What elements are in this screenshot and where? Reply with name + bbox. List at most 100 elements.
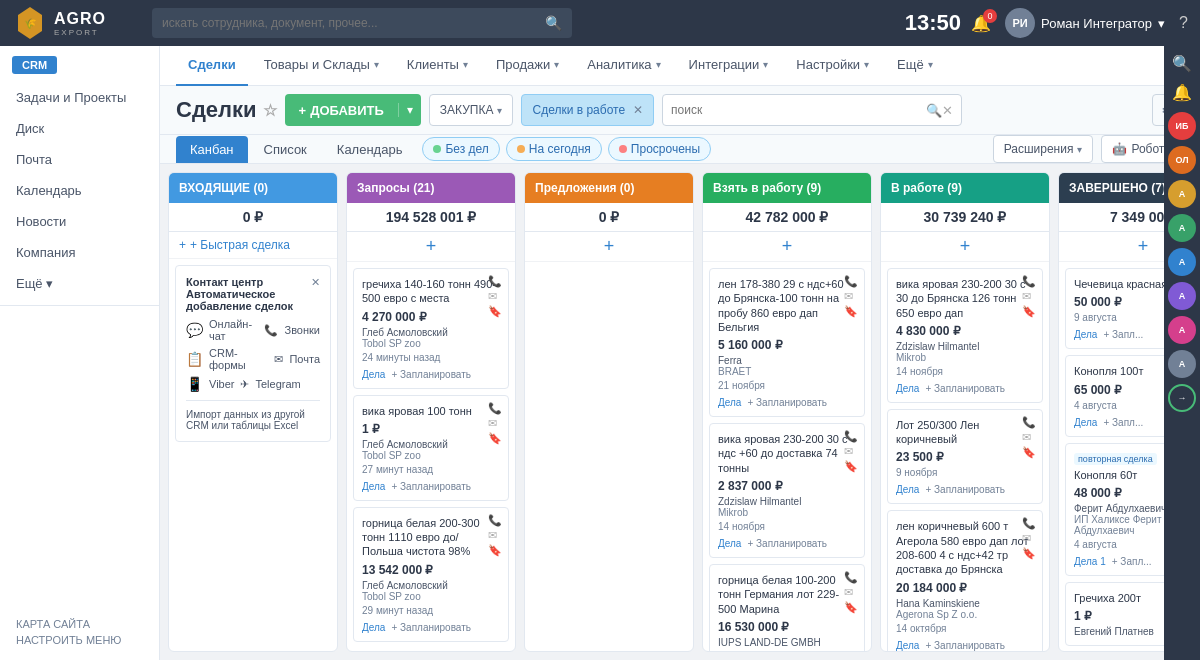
- popup-item-chat[interactable]: 💬 Онлайн-чат 📞 Звонки: [186, 318, 320, 342]
- deals-action[interactable]: Дела: [896, 484, 919, 495]
- right-avatar-9[interactable]: →: [1168, 384, 1196, 412]
- notification-icon[interactable]: 🔔 0: [971, 14, 991, 33]
- plan-action[interactable]: + Запланировать: [925, 640, 1005, 651]
- add-button-label[interactable]: + ДОБАВИТЬ: [285, 103, 398, 118]
- phone-icon[interactable]: 📞: [488, 275, 502, 288]
- sidebar-item-more[interactable]: Ещё ▾: [0, 268, 159, 299]
- sidebar-item-disk[interactable]: Диск: [0, 113, 159, 144]
- plan-action[interactable]: + Запланировать: [391, 481, 471, 492]
- plan-action[interactable]: + Запланировать: [925, 383, 1005, 394]
- deals-action[interactable]: Дела: [718, 397, 741, 408]
- nav-products[interactable]: Товары и Склады ▾: [252, 46, 391, 86]
- import-text[interactable]: Импорт данных из другой CRM или таблицы …: [186, 400, 320, 431]
- plan-action[interactable]: + Запл...: [1112, 556, 1152, 567]
- nav-settings[interactable]: Настройки ▾: [784, 46, 881, 86]
- phone-icon[interactable]: 📞: [488, 402, 502, 415]
- table-row[interactable]: 📞 ✉ 🔖 лен коричневый 600 т Агерола 580 е…: [887, 510, 1043, 651]
- table-row[interactable]: 📞 ✉ 🔖 горница белая 100-200 тонн Германи…: [709, 564, 865, 651]
- bookmark-icon[interactable]: 🔖: [1022, 446, 1036, 459]
- phone-icon[interactable]: 📞: [1022, 275, 1036, 288]
- filter-no-deals[interactable]: Без дел: [422, 137, 499, 161]
- phone-icon[interactable]: 📞: [488, 514, 502, 527]
- bookmark-icon[interactable]: 🔖: [1022, 305, 1036, 318]
- right-avatar-6[interactable]: А: [1168, 282, 1196, 310]
- bookmark-icon[interactable]: 🔖: [844, 601, 858, 614]
- crm-badge[interactable]: CRM: [12, 56, 57, 74]
- mail-icon[interactable]: ✉: [488, 529, 502, 542]
- table-row[interactable]: 📞 ✉ 🔖 вика яровая 230-200 30 с 30 до Бря…: [887, 268, 1043, 403]
- sidebar-item-news[interactable]: Новости: [0, 206, 159, 237]
- global-search[interactable]: 🔍: [152, 8, 572, 38]
- plan-action[interactable]: + Запланировать: [925, 484, 1005, 495]
- nav-deals[interactable]: Сделки: [176, 46, 248, 86]
- bookmark-icon[interactable]: 🔖: [488, 544, 502, 557]
- bookmark-icon[interactable]: 🔖: [488, 305, 502, 318]
- close-icon[interactable]: ✕: [942, 103, 953, 118]
- plan-action[interactable]: + Запланировать: [391, 622, 471, 633]
- phone-icon[interactable]: 📞: [844, 571, 858, 584]
- add-button-arrow[interactable]: ▾: [398, 103, 421, 117]
- close-icon[interactable]: ✕: [311, 276, 320, 289]
- nav-integrations[interactable]: Интеграции ▾: [677, 46, 781, 86]
- nav-analytics[interactable]: Аналитика ▾: [575, 46, 672, 86]
- search-input[interactable]: [162, 16, 545, 30]
- mail-icon[interactable]: ✉: [844, 290, 858, 303]
- phone-icon[interactable]: 📞: [844, 430, 858, 443]
- add-card-requests[interactable]: +: [347, 232, 515, 262]
- mail-icon[interactable]: ✉: [488, 417, 502, 430]
- popup-item-viber[interactable]: 📱 Viber ✈ Telegram: [186, 376, 320, 392]
- close-icon[interactable]: ✕: [633, 103, 643, 117]
- mail-icon[interactable]: ✉: [1022, 431, 1036, 444]
- right-avatar-ol[interactable]: ОЛ: [1168, 146, 1196, 174]
- deals-action[interactable]: Дела: [896, 383, 919, 394]
- user-menu[interactable]: РИ Роман Интегратор ▾: [1005, 8, 1165, 38]
- nav-right-search-icon[interactable]: 🔍: [1172, 54, 1192, 73]
- nav-right-bell-icon[interactable]: 🔔: [1172, 83, 1192, 102]
- mail-icon[interactable]: ✉: [488, 290, 502, 303]
- deals-action[interactable]: Дела: [896, 640, 919, 651]
- right-avatar-3[interactable]: А: [1168, 180, 1196, 208]
- bookmark-icon[interactable]: 🔖: [844, 460, 858, 473]
- sidebar-item-mail[interactable]: Почта: [0, 144, 159, 175]
- table-row[interactable]: 📞 ✉ 🔖 вика яровая 100 тонн 1 ₽ Глеб Асмо…: [353, 395, 509, 501]
- nav-more[interactable]: Ещё ▾: [885, 46, 945, 86]
- table-row[interactable]: 📞 ✉ 🔖 Лот 250/300 Лен коричневый 23 500 …: [887, 409, 1043, 505]
- table-row[interactable]: 📞 ✉ 🔖 гречиха 140-160 тонн 490-500 евро …: [353, 268, 509, 389]
- filter-button[interactable]: ЗАКУПКА ▾: [429, 94, 514, 126]
- plan-action[interactable]: + Запл...: [1103, 329, 1143, 340]
- table-row[interactable]: 📞 ✉ 🔖 лен 178-380 29 с ндс+60 до Брянска…: [709, 268, 865, 417]
- quick-add-incoming[interactable]: + + Быстрая сделка: [169, 232, 337, 259]
- expand-button[interactable]: Расширения ▾: [993, 135, 1094, 163]
- mail-icon[interactable]: ✉: [844, 586, 858, 599]
- add-card-work[interactable]: +: [703, 232, 871, 262]
- deals-action[interactable]: Дела: [362, 622, 385, 633]
- active-filter-chip[interactable]: Сделки в работе ✕: [521, 94, 654, 126]
- phone-icon[interactable]: 📞: [1022, 416, 1036, 429]
- add-button[interactable]: + ДОБАВИТЬ ▾: [285, 94, 421, 126]
- sidebar-item-tasks[interactable]: Задачи и Проекты: [0, 82, 159, 113]
- deals-action[interactable]: Дела: [1074, 329, 1097, 340]
- popup-item-forms[interactable]: 📋 CRM-формы ✉ Почта: [186, 347, 320, 371]
- deal-search[interactable]: 🔍 ✕: [662, 94, 962, 126]
- deal-search-input[interactable]: [671, 103, 926, 117]
- tab-list[interactable]: Список: [250, 136, 321, 163]
- favorite-icon[interactable]: ☆: [263, 101, 277, 120]
- mail-icon[interactable]: ✉: [1022, 290, 1036, 303]
- deals-action[interactable]: Дела: [362, 481, 385, 492]
- table-row[interactable]: 📞 ✉ 🔖 горница белая 200-300 тонн 1110 ев…: [353, 507, 509, 642]
- bookmark-icon[interactable]: 🔖: [1022, 547, 1036, 560]
- mail-icon[interactable]: ✉: [844, 445, 858, 458]
- phone-icon[interactable]: 📞: [1022, 517, 1036, 530]
- mail-icon[interactable]: ✉: [1022, 532, 1036, 545]
- tab-calendar[interactable]: Календарь: [323, 136, 417, 163]
- plan-action[interactable]: + Запл...: [1103, 417, 1143, 428]
- sidebar-item-calendar[interactable]: Календарь: [0, 175, 159, 206]
- plan-action[interactable]: + Запланировать: [391, 369, 471, 380]
- deals-action[interactable]: Дела: [362, 369, 385, 380]
- plan-action[interactable]: + Запланировать: [747, 538, 827, 549]
- sitemap-link[interactable]: КАРТА САЙТА: [16, 618, 143, 630]
- phone-icon[interactable]: 📞: [844, 275, 858, 288]
- right-avatar-8[interactable]: А: [1168, 350, 1196, 378]
- deals-action[interactable]: Дела: [718, 538, 741, 549]
- plan-action[interactable]: + Запланировать: [747, 397, 827, 408]
